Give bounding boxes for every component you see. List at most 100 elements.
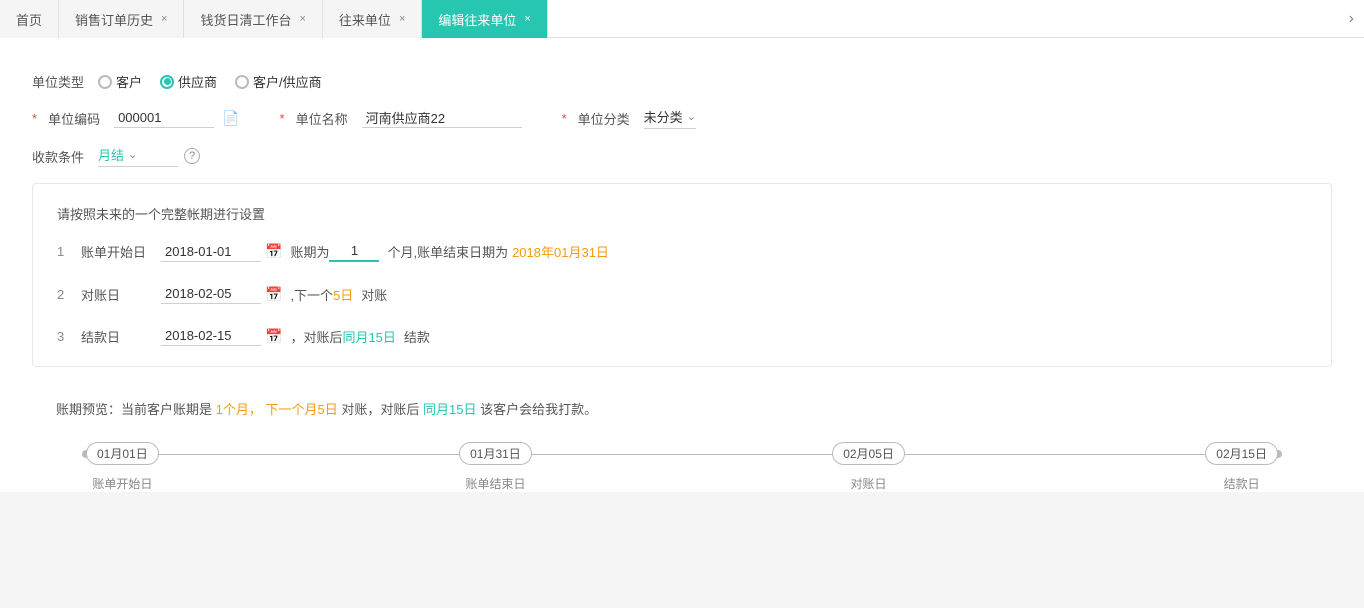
preview-payment: 同月15日 bbox=[423, 402, 476, 417]
tab-cash-work-close[interactable]: × bbox=[299, 13, 305, 25]
preview-payment-suffix: 该客户会给我打款。 bbox=[480, 402, 597, 417]
radio-both[interactable]: 客户/供应商 bbox=[235, 72, 322, 91]
tab-edit-partner-close[interactable]: × bbox=[524, 13, 530, 25]
period-cal-icon-3[interactable]: 📅 bbox=[265, 328, 282, 345]
tab-partner-close[interactable]: × bbox=[399, 13, 405, 25]
radio-customer-label: 客户 bbox=[116, 72, 142, 91]
unit-code-icon[interactable]: 📄 bbox=[222, 110, 239, 127]
unit-name-group: * 单位名称 bbox=[280, 108, 522, 128]
tab-sales-history[interactable]: 销售订单历史 × bbox=[59, 0, 184, 38]
unit-code-group: * 单位编码 📄 bbox=[32, 108, 240, 128]
tab-edit-partner-label: 编辑往来单位 bbox=[438, 10, 516, 29]
timeline-node-3: 02月15日 结款日 bbox=[1205, 442, 1278, 492]
period-cal-icon-2[interactable]: 📅 bbox=[265, 286, 282, 303]
unit-code-input[interactable] bbox=[114, 108, 214, 128]
radio-supplier-label: 供应商 bbox=[178, 72, 217, 91]
period-label-1: 账单开始日 bbox=[81, 242, 161, 261]
radio-both-circle bbox=[235, 75, 249, 89]
timeline-node-2: 02月05日 对账日 bbox=[832, 442, 905, 492]
payment-value: 月结 bbox=[98, 145, 124, 164]
tab-sales-history-label: 销售订单历史 bbox=[75, 10, 153, 29]
unit-class-required: * bbox=[562, 111, 567, 126]
content-area: 单位类型 客户 供应商 客户/供应商 * 单位编码 📄 bbox=[0, 38, 1364, 492]
preview-reconcile: 下一个月5日 bbox=[266, 402, 338, 417]
period-desc-2b: 对账 bbox=[361, 285, 387, 304]
period-row-3: 3 结款日 📅 ，对账后 同月15日 结款 bbox=[57, 326, 1307, 346]
period-desc-3a: ，对账后 bbox=[290, 327, 342, 346]
timeline-wrapper: 01月01日 账单开始日 01月31日 账单结束日 02月05日 对账日 02月… bbox=[56, 442, 1308, 492]
period-highlight-3: 同月15日 bbox=[342, 327, 395, 346]
unit-code-label: 单位编码 bbox=[48, 109, 100, 128]
tabs-bar: 首页 销售订单历史 × 钱货日清工作台 × 往来单位 × 编辑往来单位 × › bbox=[0, 0, 1364, 38]
radio-both-label: 客户/供应商 bbox=[253, 72, 322, 91]
unit-class-chevron-icon: ⌄ bbox=[687, 110, 696, 123]
tab-partner[interactable]: 往来单位 × bbox=[323, 0, 422, 38]
period-date-3[interactable] bbox=[161, 326, 261, 346]
period-row-1: 1 账单开始日 📅 账期为 个月,账单结束日期为 2018年01月31日 bbox=[57, 241, 1307, 262]
radio-customer[interactable]: 客户 bbox=[98, 72, 142, 91]
unit-type-radio-group: 客户 供应商 客户/供应商 bbox=[98, 72, 322, 91]
node-label-1: 账单结束日 bbox=[465, 475, 525, 492]
period-settings-box: 请按照未来的一个完整帐期进行设置 1 账单开始日 📅 账期为 个月,账单结束日期… bbox=[32, 183, 1332, 367]
node-pill-2: 02月05日 bbox=[832, 442, 905, 465]
node-pill-1: 01月31日 bbox=[459, 442, 532, 465]
period-num-2: 2 bbox=[57, 287, 81, 302]
unit-info-row: * 单位编码 📄 * 单位名称 * 单位分类 未分类 ⌄ bbox=[32, 107, 1332, 129]
period-label-3: 结款日 bbox=[81, 327, 161, 346]
period-desc-2a: ,下一个 bbox=[290, 285, 333, 304]
tab-cash-work[interactable]: 钱货日清工作台 × bbox=[184, 0, 322, 38]
radio-supplier-circle bbox=[160, 75, 174, 89]
tab-more-button[interactable]: › bbox=[1339, 0, 1364, 37]
period-desc-1b: 个月,账单结束日期为 bbox=[387, 242, 508, 261]
preview-reconcile-suffix: 对账，对账后 bbox=[341, 402, 419, 417]
tab-sales-history-close[interactable]: × bbox=[161, 13, 167, 25]
unit-name-label: 单位名称 bbox=[296, 109, 348, 128]
node-label-2: 对账日 bbox=[851, 475, 887, 492]
period-num-3: 3 bbox=[57, 329, 81, 344]
preview-months: 1个月， bbox=[216, 402, 262, 417]
payment-dropdown[interactable]: 月结 ⌄ bbox=[98, 145, 178, 167]
radio-supplier-dot bbox=[164, 78, 171, 85]
timeline-nodes: 01月01日 账单开始日 01月31日 账单结束日 02月05日 对账日 02月… bbox=[86, 442, 1278, 492]
period-label-2: 对账日 bbox=[81, 285, 161, 304]
radio-supplier[interactable]: 供应商 bbox=[160, 72, 217, 91]
timeline-node-1: 01月31日 账单结束日 bbox=[459, 442, 532, 492]
unit-type-row: 单位类型 客户 供应商 客户/供应商 bbox=[32, 72, 1332, 91]
unit-name-input[interactable] bbox=[362, 108, 522, 128]
radio-customer-circle bbox=[98, 75, 112, 89]
period-date-1[interactable] bbox=[161, 242, 261, 262]
preview-text: 账期预览：当前客户账期是 1个月， 下一个月5日 对账，对账后 同月15日 该客… bbox=[56, 399, 1308, 418]
node-pill-3: 02月15日 bbox=[1205, 442, 1278, 465]
unit-class-label: 单位分类 bbox=[578, 109, 630, 128]
period-highlight-2: 5日 bbox=[333, 285, 353, 304]
payment-chevron-icon: ⌄ bbox=[128, 148, 137, 161]
tab-home[interactable]: 首页 bbox=[0, 0, 59, 38]
payment-label: 收款条件 bbox=[32, 147, 84, 166]
node-label-3: 结款日 bbox=[1224, 475, 1260, 492]
preview-section: 账期预览：当前客户账期是 1个月， 下一个月5日 对账，对账后 同月15日 该客… bbox=[32, 383, 1332, 492]
tab-home-label: 首页 bbox=[16, 10, 42, 29]
unit-code-required: * bbox=[32, 111, 37, 126]
period-title: 请按照未来的一个完整帐期进行设置 bbox=[57, 204, 1307, 223]
period-end-date-1: 2018年01月31日 bbox=[512, 242, 609, 261]
unit-name-required: * bbox=[280, 111, 285, 126]
period-date-2[interactable] bbox=[161, 284, 261, 304]
unit-type-label: 单位类型 bbox=[32, 72, 84, 91]
period-cal-icon-1[interactable]: 📅 bbox=[265, 243, 282, 260]
months-input[interactable] bbox=[329, 241, 379, 262]
timeline-node-0: 01月01日 账单开始日 bbox=[86, 442, 159, 492]
node-label-0: 账单开始日 bbox=[92, 475, 152, 492]
unit-class-group: * 单位分类 未分类 ⌄ bbox=[562, 107, 696, 129]
period-desc-3b: 结款 bbox=[404, 327, 430, 346]
preview-label: 账期预览：当前客户账期是 bbox=[56, 402, 212, 417]
period-desc-1a: 账期为 bbox=[290, 242, 329, 261]
tab-cash-work-label: 钱货日清工作台 bbox=[200, 10, 291, 29]
tab-partner-label: 往来单位 bbox=[339, 10, 391, 29]
unit-class-value: 未分类 bbox=[644, 107, 683, 126]
period-num-1: 1 bbox=[57, 244, 81, 259]
node-pill-0: 01月01日 bbox=[86, 442, 159, 465]
tab-edit-partner[interactable]: 编辑往来单位 × bbox=[422, 0, 547, 38]
payment-help-icon[interactable]: ? bbox=[184, 148, 200, 164]
unit-class-dropdown[interactable]: 未分类 ⌄ bbox=[644, 107, 696, 129]
payment-row: 收款条件 月结 ⌄ ? bbox=[32, 145, 1332, 167]
